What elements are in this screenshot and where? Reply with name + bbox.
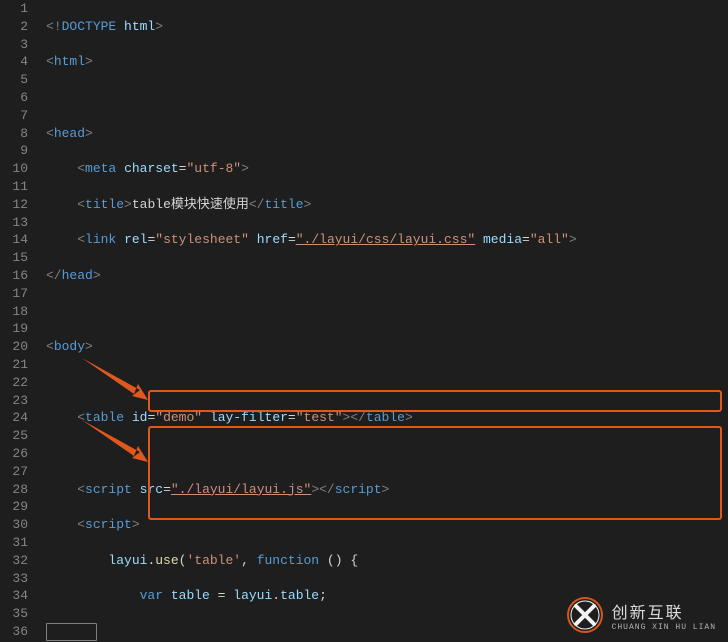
- watermark: 创新互联 CHUANG XIN HU LIAN: [566, 596, 716, 634]
- line-number: 6: [4, 89, 28, 107]
- code-line: <!DOCTYPE html>: [38, 18, 728, 36]
- line-number: 14: [4, 231, 28, 249]
- watermark-logo-icon: [566, 596, 604, 634]
- line-number: 35: [4, 605, 28, 623]
- code-line: <title>table模块快速使用</title>: [38, 196, 728, 214]
- line-number: 29: [4, 498, 28, 516]
- line-number: 26: [4, 445, 28, 463]
- line-number: 24: [4, 409, 28, 427]
- line-number: 36: [4, 623, 28, 641]
- line-number: 3: [4, 36, 28, 54]
- line-number: 7: [4, 107, 28, 125]
- code-line: <meta charset="utf-8">: [38, 160, 728, 178]
- line-number: 27: [4, 463, 28, 481]
- code-line: <link rel="stylesheet" href="./layui/css…: [38, 231, 728, 249]
- code-line: [38, 374, 728, 392]
- code-line: <script src="./layui/layui.js"></script>: [38, 481, 728, 499]
- line-number: 33: [4, 570, 28, 588]
- code-line: <table id="demo" lay-filter="test"></tab…: [38, 409, 728, 427]
- code-line: <body>: [38, 338, 728, 356]
- line-number: 34: [4, 587, 28, 605]
- code-line: <html>: [38, 53, 728, 71]
- line-number: 15: [4, 249, 28, 267]
- code-line: </head>: [38, 267, 728, 285]
- code-line: [38, 303, 728, 321]
- line-number: 32: [4, 552, 28, 570]
- watermark-subtitle: CHUANG XIN HU LIAN: [612, 623, 716, 632]
- line-number: 5: [4, 71, 28, 89]
- line-number: 30: [4, 516, 28, 534]
- code-line: layui.use('table', function () {: [38, 552, 728, 570]
- line-number: 9: [4, 142, 28, 160]
- line-number: 1: [4, 0, 28, 18]
- line-number: 28: [4, 481, 28, 499]
- code-line: <head>: [38, 125, 728, 143]
- line-number: 22: [4, 374, 28, 392]
- line-number: 31: [4, 534, 28, 552]
- line-number: 20: [4, 338, 28, 356]
- line-number: 23: [4, 392, 28, 410]
- line-number: 8: [4, 125, 28, 143]
- line-number: 19: [4, 320, 28, 338]
- line-number: 25: [4, 427, 28, 445]
- code-line: <script>: [38, 516, 728, 534]
- line-number: 10: [4, 160, 28, 178]
- code-area[interactable]: <!DOCTYPE html> <html> <head> <meta char…: [38, 0, 728, 642]
- line-number: 12: [4, 196, 28, 214]
- line-number: 13: [4, 214, 28, 232]
- code-line: [38, 445, 728, 463]
- line-number: 11: [4, 178, 28, 196]
- line-number: 21: [4, 356, 28, 374]
- code-line: [38, 89, 728, 107]
- line-number: 18: [4, 303, 28, 321]
- code-editor[interactable]: 1 2 3 4 5 6 7 8 9 10 11 12 13 14 15 16 1…: [0, 0, 728, 642]
- watermark-title: 创新互联: [612, 599, 716, 623]
- line-number: 2: [4, 18, 28, 36]
- line-number-gutter: 1 2 3 4 5 6 7 8 9 10 11 12 13 14 15 16 1…: [0, 0, 38, 642]
- cursor-selection-box: [46, 623, 97, 641]
- line-number: 16: [4, 267, 28, 285]
- line-number: 17: [4, 285, 28, 303]
- line-number: 4: [4, 53, 28, 71]
